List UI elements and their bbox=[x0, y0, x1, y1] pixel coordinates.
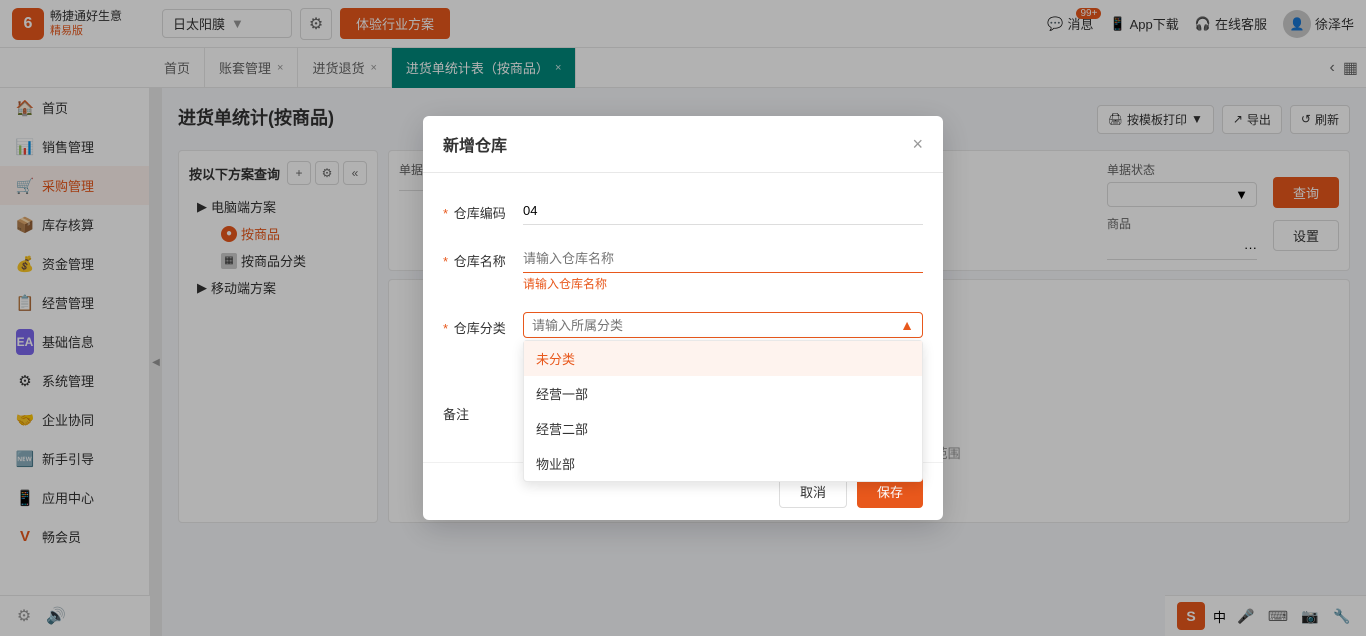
dropdown-item-1[interactable]: 经营一部 bbox=[524, 376, 922, 411]
required-star-name: * bbox=[443, 254, 448, 269]
required-star: * bbox=[443, 206, 448, 221]
dropdown-item-3[interactable]: 物业部 bbox=[524, 446, 922, 481]
category-control: ▲ 未分类 经营一部 经营二部 物业部 bbox=[523, 312, 923, 338]
modal-close-btn[interactable]: × bbox=[912, 134, 923, 155]
category-input[interactable] bbox=[532, 318, 900, 333]
dropdown-item-2[interactable]: 经营二部 bbox=[524, 411, 922, 446]
required-star-cat: * bbox=[443, 321, 448, 336]
name-input[interactable] bbox=[523, 245, 923, 273]
dropdown-item-0[interactable]: 未分类 bbox=[524, 341, 922, 376]
form-row-name: * 仓库名称 请输入仓库名称 bbox=[443, 245, 923, 292]
code-label: * 仓库编码 bbox=[443, 197, 523, 222]
category-dropdown-list: 未分类 经营一部 经营二部 物业部 bbox=[523, 340, 923, 482]
notes-label: 备注 bbox=[443, 398, 523, 423]
modal-overlay: 新增仓库 × * 仓库编码 * 仓库名称 bbox=[0, 0, 1366, 636]
modal-header: 新增仓库 × bbox=[423, 116, 943, 173]
category-label: * 仓库分类 bbox=[443, 312, 523, 337]
category-dropdown-toggle[interactable]: ▲ bbox=[523, 312, 923, 338]
modal-new-warehouse: 新增仓库 × * 仓库编码 * 仓库名称 bbox=[423, 116, 943, 520]
form-row-code: * 仓库编码 bbox=[443, 197, 923, 225]
name-label: * 仓库名称 bbox=[443, 245, 523, 270]
form-row-category: * 仓库分类 ▲ 未分类 经营一部 经营二部 物业部 bbox=[443, 312, 923, 338]
category-arrow-icon[interactable]: ▲ bbox=[900, 317, 914, 333]
modal-body: * 仓库编码 * 仓库名称 请输入仓库名称 bbox=[423, 173, 943, 462]
code-control bbox=[523, 197, 923, 225]
code-input[interactable] bbox=[523, 197, 923, 225]
name-control: 请输入仓库名称 bbox=[523, 245, 923, 292]
modal-title: 新增仓库 bbox=[443, 132, 507, 156]
name-error-msg: 请输入仓库名称 bbox=[523, 275, 923, 292]
